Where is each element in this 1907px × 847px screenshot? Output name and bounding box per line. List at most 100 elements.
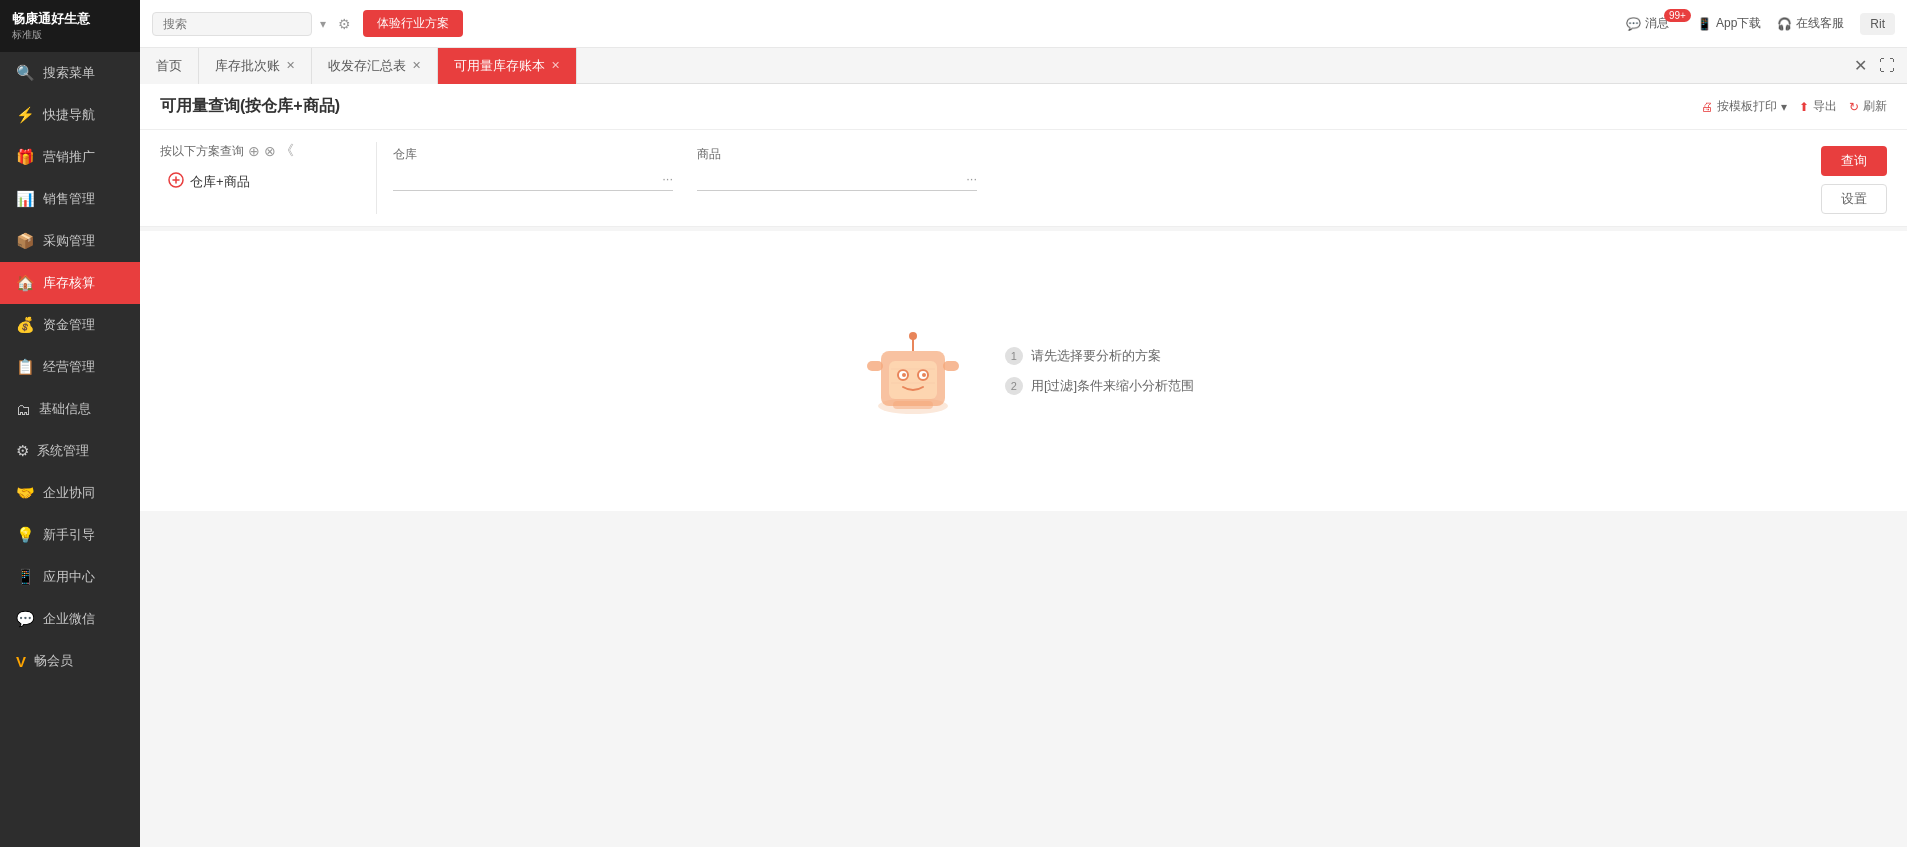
sidebar-item-vip[interactable]: V 畅会员 — [0, 640, 140, 682]
chevron-down-icon[interactable]: ▾ — [320, 17, 326, 31]
app-download-button[interactable]: 📱 App下载 — [1697, 15, 1761, 32]
scheme-item-icon — [168, 172, 184, 191]
sidebar-item-label: 基础信息 — [39, 400, 91, 418]
filter-area: 按以下方案查询 ⊕ ⊗ 《 仓库+商品 — [140, 130, 1907, 227]
sidebar-item-appstore[interactable]: 📱 应用中心 — [0, 556, 140, 598]
sidebar-item-search[interactable]: 🔍 搜索菜单 — [0, 52, 140, 94]
user-name: Rit — [1870, 17, 1885, 31]
hint-num-1: 1 — [1005, 347, 1023, 365]
tab-batch-ledger-close[interactable]: ✕ — [286, 59, 295, 72]
money-icon: 💰 — [16, 316, 35, 334]
warehouse-input-wrap: ··· — [393, 167, 673, 191]
warehouse-input[interactable] — [393, 171, 658, 186]
tab-receipt-summary[interactable]: 收发存汇总表 ✕ — [312, 48, 438, 84]
sidebar-item-system[interactable]: ⚙ 系统管理 — [0, 430, 140, 472]
folder-icon: 🗂 — [16, 401, 31, 418]
svg-rect-12 — [893, 401, 933, 409]
sidebar-item-inventory[interactable]: 🏠 库存核算 — [0, 262, 140, 304]
app-edition: 标准版 — [12, 28, 90, 41]
shortcut-icon: ⚡ — [16, 106, 35, 124]
handshake-icon: 🤝 — [16, 484, 35, 502]
sidebar-item-label: 库存核算 — [43, 274, 95, 292]
clipboard-icon: 📋 — [16, 358, 35, 376]
main-area: ▾ ⚙ 体验行业方案 💬 消息 99+ 📱 App下载 🎧 在线客服 Rit — [140, 0, 1907, 847]
app-logo: 畅康通好生意 标准版 — [0, 0, 140, 52]
query-button[interactable]: 查询 — [1821, 146, 1887, 176]
svg-point-7 — [922, 373, 926, 377]
filter-scheme-label: 按以下方案查询 — [160, 143, 244, 160]
page-header: 可用量查询(按仓库+商品) 🖨 按模板打印 ▾ ⬆ 导出 ↻ 刷新 — [140, 84, 1907, 130]
tab-available-ledger[interactable]: 可用量库存账本 ✕ — [438, 48, 577, 84]
goods-input[interactable] — [697, 171, 962, 186]
sidebar-item-wechat[interactable]: 💬 企业微信 — [0, 598, 140, 640]
sidebar-item-finance[interactable]: 💰 资金管理 — [0, 304, 140, 346]
empty-state-content: 1 请先选择要分析的方案 2 用[过滤]条件来缩小分析范围 — [853, 311, 1194, 431]
sidebar-item-label: 企业协同 — [43, 484, 95, 502]
sidebar-item-label: 经营管理 — [43, 358, 95, 376]
box-icon: 📦 — [16, 232, 35, 250]
sidebar-item-enterprise[interactable]: 🤝 企业协同 — [0, 472, 140, 514]
sidebar-item-basic[interactable]: 🗂 基础信息 — [0, 388, 140, 430]
sidebar-item-marketing[interactable]: 🎁 营销推广 — [0, 136, 140, 178]
print-icon: 🖨 — [1701, 100, 1713, 114]
tab-close-all-button[interactable]: ✕ — [1850, 52, 1871, 79]
sidebar-item-newbie[interactable]: 💡 新手引导 — [0, 514, 140, 556]
tab-receipt-summary-close[interactable]: ✕ — [412, 59, 421, 72]
tabs-right-actions: ✕ ⛶ — [1850, 52, 1907, 79]
sidebar-item-operations[interactable]: 📋 经营管理 — [0, 346, 140, 388]
sidebar-item-label: 销售管理 — [43, 190, 95, 208]
warehouse-more-icon[interactable]: ··· — [662, 171, 673, 186]
settings-scheme-icon[interactable]: ⊗ — [264, 143, 276, 159]
vip-icon: V — [16, 653, 26, 670]
empty-hints: 1 请先选择要分析的方案 2 用[过滤]条件来缩小分析范围 — [1005, 347, 1194, 395]
empty-illustration — [853, 311, 973, 431]
export-label: 导出 — [1813, 98, 1837, 115]
tab-batch-ledger[interactable]: 库存批次账 ✕ — [199, 48, 312, 84]
sidebar-item-label: 应用中心 — [43, 568, 95, 586]
sidebar-item-label: 畅会员 — [34, 652, 73, 670]
hint-num-2: 2 — [1005, 377, 1023, 395]
topbar-gear-icon[interactable]: ⚙ — [338, 16, 351, 32]
online-service-button[interactable]: 🎧 在线客服 — [1777, 15, 1844, 32]
search-icon: 🔍 — [16, 64, 35, 82]
goods-more-icon[interactable]: ··· — [966, 171, 977, 186]
add-scheme-icon[interactable]: ⊕ — [248, 143, 260, 159]
download-icon: 📱 — [1697, 17, 1712, 31]
scheme-item-label: 仓库+商品 — [190, 173, 250, 191]
sidebar-item-label: 搜索菜单 — [43, 64, 95, 82]
print-label: 按模板打印 — [1717, 98, 1777, 115]
sidebar: 畅康通好生意 标准版 🔍 搜索菜单 ⚡ 快捷导航 🎁 营销推广 📊 销售管理 📦… — [0, 0, 140, 847]
tab-available-ledger-close[interactable]: ✕ — [551, 59, 560, 72]
refresh-button[interactable]: ↻ 刷新 — [1849, 98, 1887, 115]
phone-icon: 📱 — [16, 568, 35, 586]
tab-home[interactable]: 首页 — [140, 48, 199, 84]
gift-icon: 🎁 — [16, 148, 35, 166]
settings-button[interactable]: 设置 — [1821, 184, 1887, 214]
user-menu[interactable]: Rit — [1860, 13, 1895, 35]
message-button[interactable]: 💬 消息 99+ — [1626, 15, 1681, 32]
sidebar-item-shortcut[interactable]: ⚡ 快捷导航 — [0, 94, 140, 136]
app-download-label: App下载 — [1716, 15, 1761, 32]
print-button[interactable]: 🖨 按模板打印 ▾ — [1701, 98, 1787, 115]
collapse-scheme-icon[interactable]: 《 — [280, 142, 294, 160]
filter-field-goods: 商品 ··· — [697, 146, 977, 191]
tab-batch-ledger-label: 库存批次账 — [215, 57, 280, 75]
filter-field-warehouse: 仓库 ··· — [393, 146, 673, 191]
home-icon: 🏠 — [16, 274, 35, 292]
sidebar-item-purchase[interactable]: 📦 采购管理 — [0, 220, 140, 262]
scheme-item-warehouse-goods[interactable]: 仓库+商品 — [160, 168, 360, 195]
trial-button[interactable]: 体验行业方案 — [363, 10, 463, 37]
sidebar-item-label: 资金管理 — [43, 316, 95, 334]
goods-label: 商品 — [697, 146, 977, 163]
sidebar-item-label: 企业微信 — [43, 610, 95, 628]
topbar-right: 💬 消息 99+ 📱 App下载 🎧 在线客服 Rit — [1626, 13, 1895, 35]
search-input[interactable] — [152, 12, 312, 36]
sidebar-item-label: 采购管理 — [43, 232, 95, 250]
filter-divider — [376, 142, 377, 214]
tab-expand-button[interactable]: ⛶ — [1875, 53, 1899, 79]
export-button[interactable]: ⬆ 导出 — [1799, 98, 1837, 115]
sidebar-item-sales[interactable]: 📊 销售管理 — [0, 178, 140, 220]
svg-point-6 — [902, 373, 906, 377]
sidebar-item-label: 营销推广 — [43, 148, 95, 166]
app-name: 畅康通好生意 — [12, 11, 90, 26]
